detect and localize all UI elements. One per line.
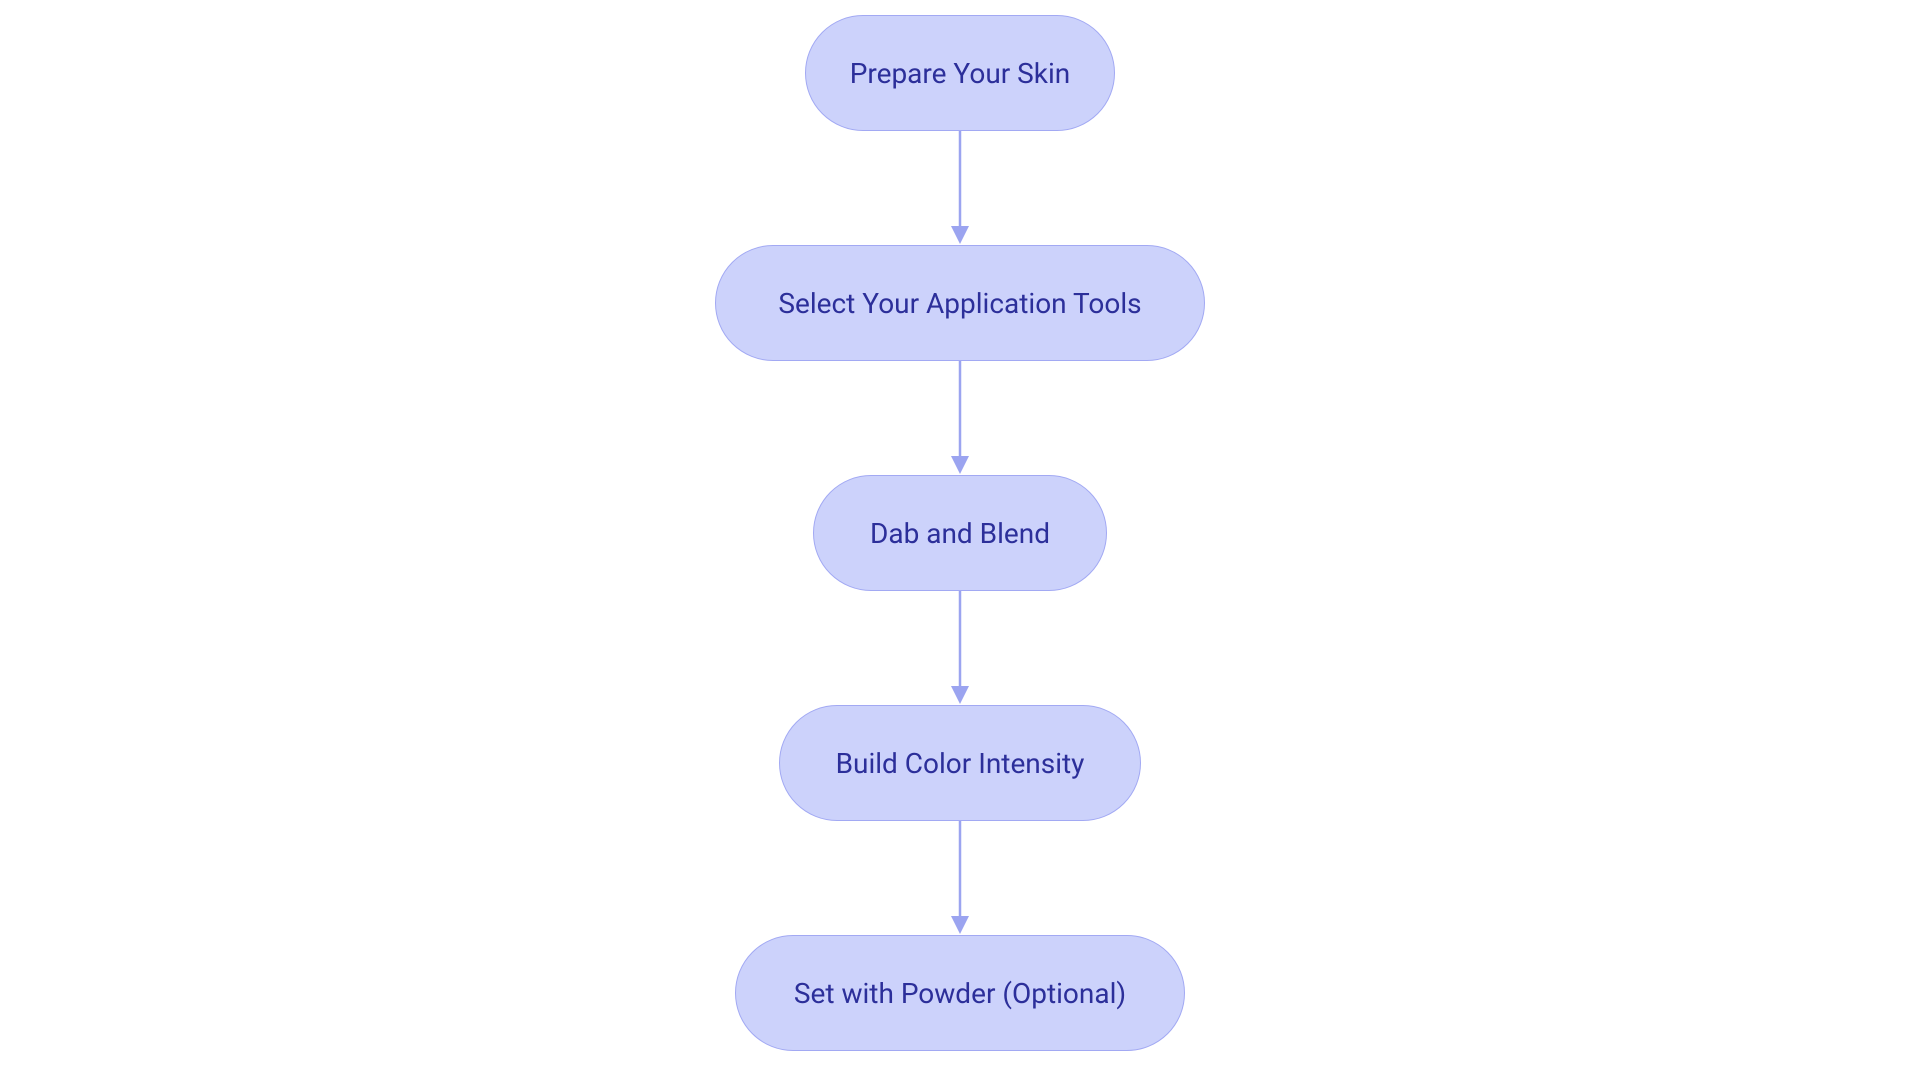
flow-node-label: Prepare Your Skin xyxy=(850,57,1071,90)
flow-node-1: Prepare Your Skin xyxy=(805,15,1115,131)
flow-node-label: Select Your Application Tools xyxy=(778,287,1141,320)
flow-node-label: Build Color Intensity xyxy=(836,747,1085,780)
arrow-4-5 xyxy=(948,821,972,934)
arrow-3-4 xyxy=(948,591,972,704)
flow-node-label: Set with Powder (Optional) xyxy=(794,977,1126,1010)
flow-node-label: Dab and Blend xyxy=(870,517,1050,550)
arrow-2-3 xyxy=(948,361,972,474)
arrow-1-2 xyxy=(948,131,972,244)
flow-node-3: Dab and Blend xyxy=(813,475,1107,591)
flow-node-2: Select Your Application Tools xyxy=(715,245,1205,361)
flowchart-canvas: Prepare Your Skin Select Your Applicatio… xyxy=(0,0,1920,1083)
flow-node-5: Set with Powder (Optional) xyxy=(735,935,1185,1051)
flow-node-4: Build Color Intensity xyxy=(779,705,1141,821)
